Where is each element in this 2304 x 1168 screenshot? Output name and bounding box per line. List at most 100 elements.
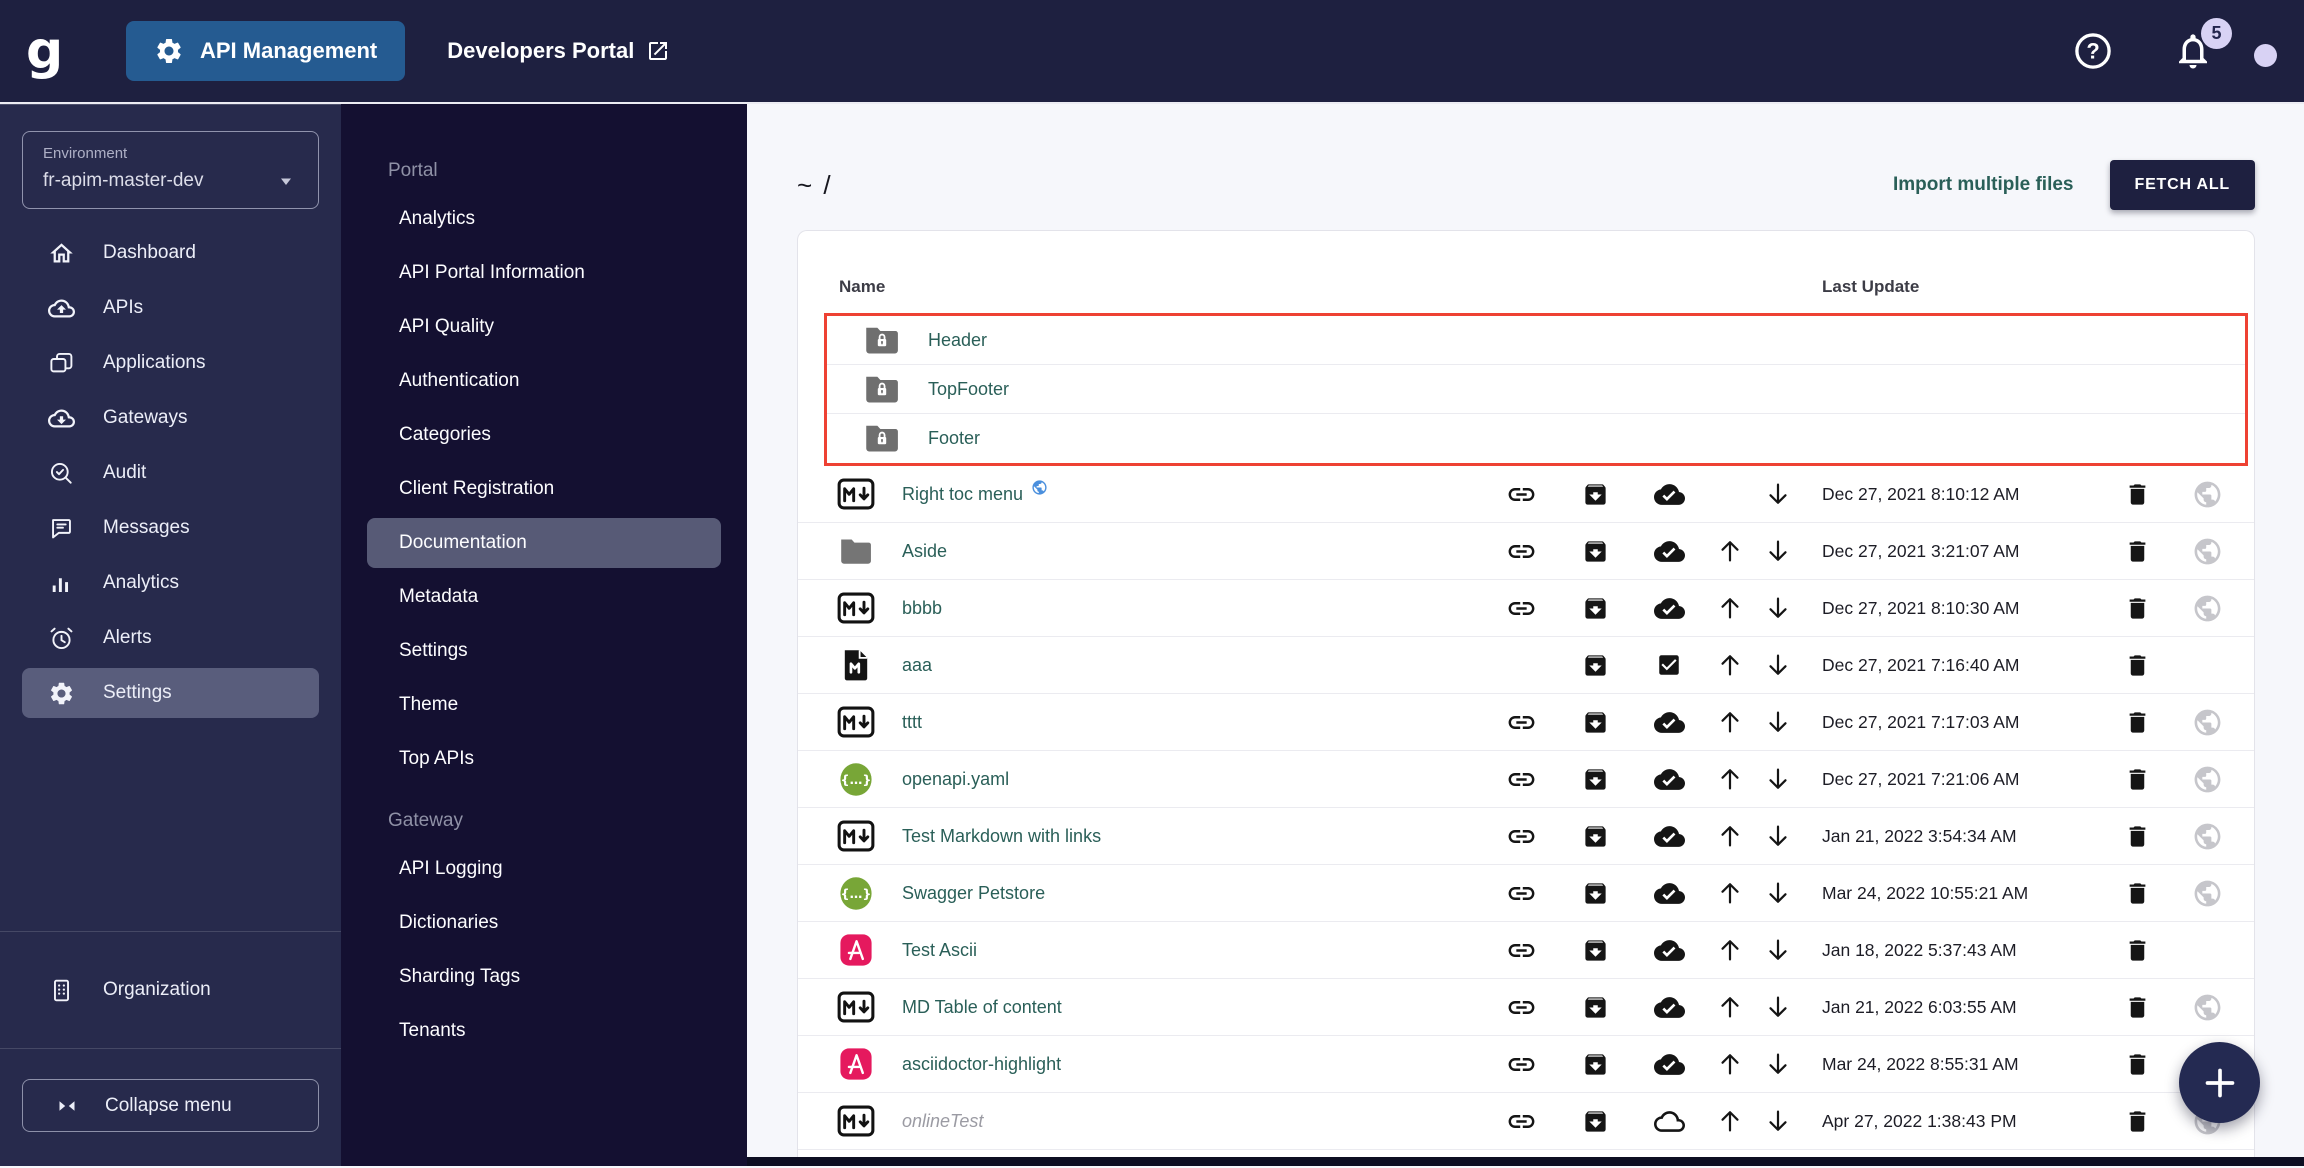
page-name-link[interactable]: Aside	[902, 541, 947, 562]
link-button[interactable]	[1484, 935, 1558, 966]
submenu-item-client-registration[interactable]: Client Registration	[367, 464, 721, 514]
move-up-button[interactable]	[1706, 651, 1754, 679]
delete-button[interactable]	[2102, 481, 2172, 508]
submenu-item-theme[interactable]: Theme	[367, 680, 721, 730]
archive-button[interactable]	[1558, 937, 1632, 964]
move-up-button[interactable]	[1706, 765, 1754, 793]
collapse-menu-button[interactable]: Collapse menu	[22, 1079, 319, 1132]
submenu-item-tenants[interactable]: Tenants	[367, 1006, 721, 1056]
link-button[interactable]	[1484, 821, 1558, 852]
add-page-button[interactable]	[2179, 1042, 2260, 1123]
archive-button[interactable]	[1558, 481, 1632, 508]
link-button[interactable]	[1484, 1049, 1558, 1080]
archive-button[interactable]	[1558, 709, 1632, 736]
page-name-link[interactable]: aaa	[902, 655, 932, 676]
fetch-all-button[interactable]: FETCH ALL	[2110, 160, 2255, 210]
delete-button[interactable]	[2102, 1108, 2172, 1135]
api-management-button[interactable]: API Management	[126, 21, 405, 81]
publish-status-button[interactable]	[1632, 593, 1706, 624]
publish-status-button[interactable]	[1632, 1106, 1706, 1137]
page-name-link[interactable]: asciidoctor-highlight	[902, 1054, 1061, 1075]
sidebar-item-apis[interactable]: APIs	[22, 283, 319, 333]
sidebar-item-gateways[interactable]: Gateways	[22, 393, 319, 443]
move-up-button[interactable]	[1706, 879, 1754, 907]
archive-button[interactable]	[1558, 1108, 1632, 1135]
delete-button[interactable]	[2102, 994, 2172, 1021]
submenu-item-api-logging[interactable]: API Logging	[367, 844, 721, 894]
page-name-link[interactable]: MD Table of content	[902, 997, 1062, 1018]
help-icon[interactable]: ?	[2072, 30, 2114, 72]
submenu-item-settings[interactable]: Settings	[367, 626, 721, 676]
page-name-link[interactable]: Header	[928, 330, 987, 351]
submenu-item-authentication[interactable]: Authentication	[367, 356, 721, 406]
translate-button[interactable]	[2172, 821, 2242, 852]
delete-button[interactable]	[2102, 937, 2172, 964]
sidebar-item-dashboard[interactable]: Dashboard	[22, 228, 319, 278]
archive-button[interactable]	[1558, 652, 1632, 679]
translate-button[interactable]	[2172, 878, 2242, 909]
publish-status-button[interactable]	[1632, 536, 1706, 567]
publish-status-button[interactable]	[1632, 878, 1706, 909]
submenu-item-api-quality[interactable]: API Quality	[367, 302, 721, 352]
move-up-button[interactable]	[1706, 1107, 1754, 1135]
move-down-button[interactable]	[1754, 936, 1802, 964]
link-button[interactable]	[1484, 707, 1558, 738]
link-button[interactable]	[1484, 536, 1558, 567]
translate-button[interactable]	[2172, 536, 2242, 567]
page-name-link[interactable]: bbbb	[902, 598, 942, 619]
publish-status-button[interactable]	[1632, 992, 1706, 1023]
delete-button[interactable]	[2102, 652, 2172, 679]
submenu-item-categories[interactable]: Categories	[367, 410, 721, 460]
archive-button[interactable]	[1558, 595, 1632, 622]
archive-button[interactable]	[1558, 994, 1632, 1021]
move-down-button[interactable]	[1754, 879, 1802, 907]
developers-portal-link[interactable]: Developers Portal	[447, 38, 670, 64]
archive-button[interactable]	[1558, 823, 1632, 850]
import-multiple-files-link[interactable]: Import multiple files	[1893, 174, 2074, 196]
archive-button[interactable]	[1558, 880, 1632, 907]
submenu-item-documentation[interactable]: Documentation	[367, 518, 721, 568]
move-up-button[interactable]	[1706, 537, 1754, 565]
link-button[interactable]	[1484, 992, 1558, 1023]
sidebar-item-applications[interactable]: Applications	[22, 338, 319, 388]
move-down-button[interactable]	[1754, 480, 1802, 508]
delete-button[interactable]	[2102, 1051, 2172, 1078]
sidebar-item-audit[interactable]: Audit	[22, 448, 319, 498]
move-up-button[interactable]	[1706, 993, 1754, 1021]
delete-button[interactable]	[2102, 823, 2172, 850]
page-name-link[interactable]: TopFooter	[928, 379, 1009, 400]
submenu-item-analytics[interactable]: Analytics	[367, 194, 721, 244]
sidebar-item-alerts[interactable]: Alerts	[22, 613, 319, 663]
translate-button[interactable]	[2172, 479, 2242, 510]
move-down-button[interactable]	[1754, 537, 1802, 565]
move-down-button[interactable]	[1754, 993, 1802, 1021]
move-up-button[interactable]	[1706, 822, 1754, 850]
move-down-button[interactable]	[1754, 822, 1802, 850]
sidebar-item-messages[interactable]: Messages	[22, 503, 319, 553]
publish-status-button[interactable]	[1632, 479, 1706, 510]
submenu-item-api-portal-information[interactable]: API Portal Information	[367, 248, 721, 298]
move-up-button[interactable]	[1706, 594, 1754, 622]
link-button[interactable]	[1484, 593, 1558, 624]
page-name-link[interactable]: Test Markdown with links	[902, 826, 1101, 847]
move-down-button[interactable]	[1754, 708, 1802, 736]
page-name-link[interactable]: Footer	[928, 428, 980, 449]
sidebar-item-settings[interactable]: Settings	[22, 668, 319, 718]
page-name-link[interactable]: Test Ascii	[902, 940, 977, 961]
publish-status-button[interactable]	[1632, 707, 1706, 738]
publish-status-button[interactable]	[1632, 821, 1706, 852]
archive-button[interactable]	[1558, 766, 1632, 793]
submenu-item-top-apis[interactable]: Top APIs	[367, 734, 721, 784]
move-down-button[interactable]	[1754, 651, 1802, 679]
archive-button[interactable]	[1558, 538, 1632, 565]
archive-button[interactable]	[1558, 1051, 1632, 1078]
delete-button[interactable]	[2102, 880, 2172, 907]
link-button[interactable]	[1484, 479, 1558, 510]
move-up-button[interactable]	[1706, 936, 1754, 964]
translate-button[interactable]	[2172, 593, 2242, 624]
link-button[interactable]	[1484, 878, 1558, 909]
submenu-item-metadata[interactable]: Metadata	[367, 572, 721, 622]
move-down-button[interactable]	[1754, 1107, 1802, 1135]
link-button[interactable]	[1484, 1106, 1558, 1137]
move-up-button[interactable]	[1706, 1050, 1754, 1078]
